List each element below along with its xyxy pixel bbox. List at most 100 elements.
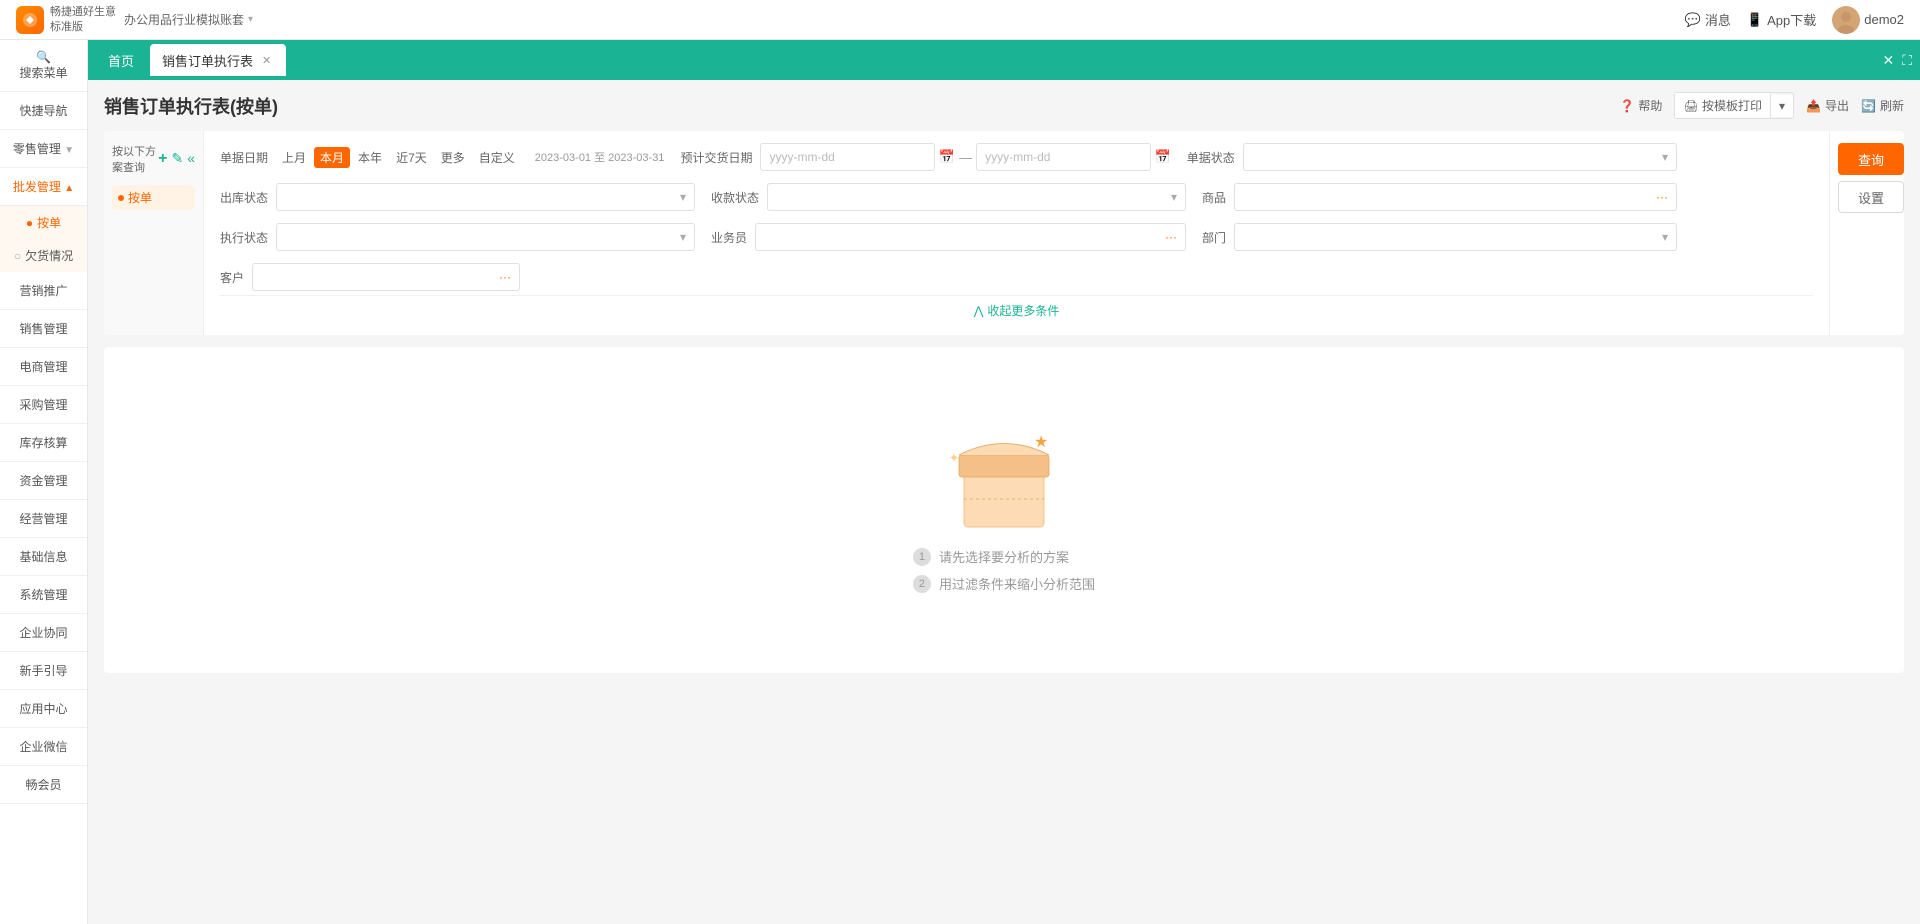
- empty-state-icon: ★ ✦: [944, 427, 1064, 527]
- outbound-select[interactable]: ▾: [276, 183, 695, 211]
- sidebar-item-system[interactable]: 系统管理: [0, 576, 87, 614]
- sidebar-item-appcenter[interactable]: 应用中心: [0, 690, 87, 728]
- app-container: 畅捷通好生意 标准版 办公用品行业模拟账套 ▾ 💬 消息 📱 App下载: [0, 0, 1920, 924]
- print-template-label[interactable]: 🖨 按模板打印: [1675, 93, 1770, 118]
- filter-row-4: 客户 ···: [220, 263, 1813, 291]
- sub-item-icon: ●: [26, 216, 33, 230]
- sidebar-item-operations[interactable]: 经营管理: [0, 500, 87, 538]
- salesperson-more-icon[interactable]: ···: [1165, 230, 1177, 244]
- sidebar-item-finance[interactable]: 资金管理: [0, 462, 87, 500]
- print-dropdown-icon[interactable]: ▾: [1771, 95, 1793, 117]
- filter-item-salesperson: 业务员 ···: [711, 223, 1186, 251]
- collapse-sidebar-icon[interactable]: «: [187, 150, 195, 168]
- date-preset-7days[interactable]: 近7天: [390, 147, 433, 168]
- settings-button[interactable]: 设置: [1838, 181, 1904, 213]
- refresh-button[interactable]: 🔄 刷新: [1861, 97, 1904, 114]
- add-scheme-icon[interactable]: +: [158, 150, 167, 168]
- date-end-input[interactable]: yyyy-mm-dd: [976, 143, 1150, 171]
- query-button[interactable]: 查询: [1838, 143, 1904, 175]
- filter-item-collection: 收款状态 ▾: [711, 183, 1186, 211]
- collapse-arrow-icon: ⋀: [974, 304, 984, 318]
- main-container: 🔍 搜索菜单 快捷导航 零售管理 ▼ 批发管理 ▲ ● 按单 ○: [0, 40, 1920, 924]
- svg-text:★: ★: [1034, 434, 1048, 451]
- tab-salesorder[interactable]: 销售订单执行表 ✕: [150, 44, 286, 76]
- help-button[interactable]: ❓ 帮助: [1619, 97, 1662, 114]
- user-profile[interactable]: demo2: [1832, 6, 1904, 34]
- empty-hints: 1 请先选择要分析的方案 2 用过滤条件来缩小分析范围: [913, 547, 1095, 593]
- sidebar-sub-item-backorder[interactable]: ○ 欠货情况: [0, 239, 87, 272]
- sidebar-item-search[interactable]: 🔍 搜索菜单: [0, 40, 87, 92]
- filter-row-3: 执行状态 ▾ 业务员: [220, 223, 1813, 251]
- filter-item-department: 部门 ▾: [1202, 223, 1677, 251]
- empty-hint-2: 2 用过滤条件来缩小分析范围: [913, 574, 1095, 593]
- calendar-end-icon[interactable]: 📅: [1155, 149, 1171, 165]
- app-download-button[interactable]: 📱 App下载: [1747, 10, 1816, 29]
- content-area: 销售订单执行表(按单) ❓ 帮助 🖨 按模板打印: [88, 80, 1920, 924]
- page-content: 销售订单执行表(按单) ❓ 帮助 🖨 按模板打印: [88, 80, 1920, 685]
- date-start-input[interactable]: yyyy-mm-dd: [760, 143, 934, 171]
- customer-input[interactable]: ···: [252, 263, 520, 291]
- edit-scheme-icon[interactable]: ✎: [171, 150, 183, 168]
- date-input-group: yyyy-mm-dd 📅 — yyyy-mm-dd 📅: [760, 143, 1170, 171]
- date-preset-more[interactable]: 更多: [435, 147, 471, 168]
- top-bar-right: 💬 消息 📱 App下载 demo2: [1685, 6, 1904, 34]
- sidebar-item-sales[interactable]: 销售管理: [0, 310, 87, 348]
- refresh-icon: 🔄: [1861, 99, 1876, 113]
- sidebar-sub-section: ● 按单 ○ 欠货情况: [0, 206, 87, 272]
- calendar-start-icon[interactable]: 📅: [939, 149, 955, 165]
- print-template-button[interactable]: 🖨 按模板打印 ▾: [1674, 92, 1794, 119]
- chevron-down-print-icon: ▾: [1779, 99, 1785, 113]
- filter-scheme-item-byorder[interactable]: 按单: [112, 185, 195, 210]
- sidebar-item-retail[interactable]: 零售管理 ▼: [0, 130, 87, 168]
- sidebar-item-newuser[interactable]: 新手引导: [0, 652, 87, 690]
- salesperson-input[interactable]: ···: [755, 223, 1186, 251]
- empty-state: ★ ✦ 1 请先选择要分析的方案 2 用过滤条件来缩小分析范围: [104, 347, 1904, 673]
- breadcrumb-arrow-icon: ▾: [248, 14, 253, 25]
- sidebar-item-wholesale[interactable]: 批发管理 ▲: [0, 168, 87, 206]
- sidebar-item-quicknav[interactable]: 快捷导航: [0, 92, 87, 130]
- chevron-down-icon: ▼: [64, 145, 74, 156]
- date-presets: 上月 本月 本年 近7天 更多 自定义: [276, 147, 521, 168]
- goods-input[interactable]: ···: [1234, 183, 1677, 211]
- window-close-icon[interactable]: ✕: [1882, 52, 1894, 69]
- sidebar-item-basic[interactable]: 基础信息: [0, 538, 87, 576]
- sidebar-item-marketing[interactable]: 营销推广: [0, 272, 87, 310]
- goods-more-icon[interactable]: ···: [1656, 190, 1668, 204]
- filter-item-outbound: 出库状态 ▾: [220, 183, 695, 211]
- filter-item-goods: 商品 ···: [1202, 183, 1677, 211]
- chevron-collection-icon: ▾: [1171, 190, 1177, 204]
- sidebar-item-ecommerce[interactable]: 电商管理: [0, 348, 87, 386]
- logo-icon: [16, 6, 44, 34]
- breadcrumb[interactable]: 办公用品行业模拟账套 ▾: [124, 11, 253, 28]
- tab-close-icon[interactable]: ✕: [259, 53, 274, 68]
- date-preset-lastmonth[interactable]: 上月: [276, 147, 312, 168]
- tab-bar: 首页 销售订单执行表 ✕ ✕ ⛶: [88, 40, 1920, 80]
- sidebar-item-purchase[interactable]: 采购管理: [0, 386, 87, 424]
- export-button[interactable]: 📤 导出: [1806, 97, 1849, 114]
- date-preset-custom[interactable]: 自定义: [473, 147, 521, 168]
- sidebar-sub-item-byorder[interactable]: ● 按单: [0, 206, 87, 239]
- sidebar-item-member[interactable]: 畅会员: [0, 766, 87, 804]
- filter-item-expected-delivery: 预计交货日期 yyyy-mm-dd 📅 — yyyy-mm-dd: [680, 143, 1170, 171]
- customer-more-icon[interactable]: ···: [499, 270, 511, 284]
- filter-container: 按以下方案查询 + ✎ « 按单: [104, 131, 1904, 335]
- fullscreen-icon[interactable]: ⛶: [1902, 52, 1912, 69]
- collection-select[interactable]: ▾: [767, 183, 1186, 211]
- department-select[interactable]: ▾: [1234, 223, 1677, 251]
- execution-select[interactable]: ▾: [276, 223, 695, 251]
- sidebar-item-wechat[interactable]: 企业微信: [0, 728, 87, 766]
- tab-container: 首页 销售订单执行表 ✕ ✕ ⛶ 销售订单执行表(按单): [88, 40, 1920, 924]
- date-preset-thisyear[interactable]: 本年: [352, 147, 388, 168]
- status-select[interactable]: ▾: [1243, 143, 1677, 171]
- tab-home[interactable]: 首页: [96, 44, 146, 76]
- filter-item-status: 单据状态 ▾: [1187, 143, 1677, 171]
- tab-bar-right: ✕ ⛶: [1882, 52, 1912, 69]
- sidebar-item-inventory[interactable]: 库存核算: [0, 424, 87, 462]
- avatar: [1832, 6, 1860, 34]
- message-button[interactable]: 💬 消息: [1685, 10, 1731, 29]
- filter-sidebar-actions: + ✎ «: [158, 150, 195, 168]
- sidebar-item-enterprise[interactable]: 企业协同: [0, 614, 87, 652]
- date-preset-thismonth[interactable]: 本月: [314, 147, 350, 168]
- collapse-filters-button[interactable]: ⋀ 收起更多条件: [220, 295, 1813, 323]
- download-icon: 📱: [1747, 12, 1763, 28]
